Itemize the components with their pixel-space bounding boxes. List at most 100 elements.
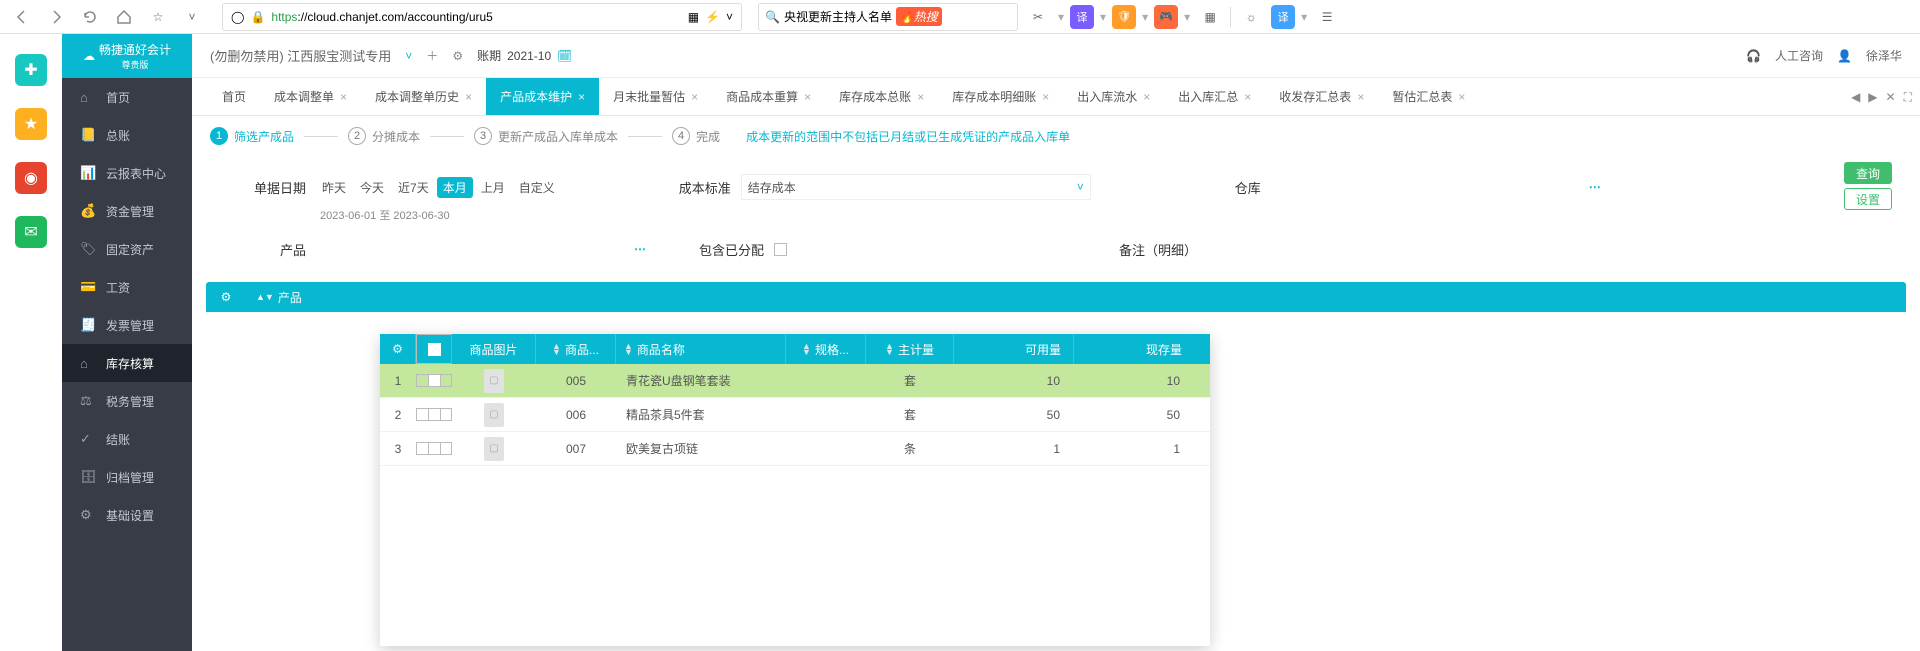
tabs-expand-icon[interactable]: ⛶ <box>1904 90 1912 105</box>
forward-icon[interactable] <box>42 3 70 31</box>
product-row[interactable]: 2▢006精品茶具5件套套5050 <box>380 398 1210 432</box>
tab-close-icon[interactable]: × <box>804 90 811 104</box>
product-select[interactable] <box>316 236 616 262</box>
popup-gear-icon[interactable]: ⚙ <box>380 334 416 364</box>
tab-9[interactable]: 出入库汇总× <box>1164 78 1265 115</box>
sidebar-item-0[interactable]: ⌂首页 <box>62 78 192 116</box>
tab-close-icon[interactable]: × <box>691 90 698 104</box>
tab-5[interactable]: 商品成本重算× <box>712 78 825 115</box>
warehouse-select[interactable] <box>1271 174 1571 200</box>
scissors-icon[interactable]: ✂ <box>1024 3 1052 31</box>
app-logo[interactable]: ☁ 畅捷通好会计 尊贵版 <box>62 34 192 78</box>
sidebar-item-2[interactable]: 📊云报表中心 <box>62 154 192 192</box>
date-option-4[interactable]: 上月 <box>475 177 511 198</box>
sidebar-item-10[interactable]: 🗄归档管理 <box>62 458 192 496</box>
row-checkbox[interactable] <box>416 374 452 387</box>
tabs-next-icon[interactable]: ▶ <box>1868 90 1877 104</box>
query-button[interactable]: 查询 <box>1844 162 1892 184</box>
period-picker[interactable]: 账期 2021-10 🗓 <box>477 47 572 64</box>
col-spec[interactable]: ▲▼规格... <box>786 334 866 364</box>
col-name[interactable]: ▲▼商品名称 <box>616 334 786 364</box>
tab-1[interactable]: 成本调整单× <box>260 78 361 115</box>
popup-select-all[interactable] <box>416 334 452 364</box>
dock-app-1[interactable]: ✚ <box>15 54 47 86</box>
tab-0[interactable]: 首页 <box>208 78 260 115</box>
cost-select[interactable]: 结存成本 ˅ <box>741 174 1091 200</box>
col-stock[interactable]: 现存量 <box>1074 334 1194 364</box>
tab-7[interactable]: 库存成本明细账× <box>938 78 1063 115</box>
url-dropdown-icon[interactable]: ˅ <box>726 10 733 24</box>
col-code[interactable]: ▲▼商品... <box>536 334 616 364</box>
col-unit[interactable]: ▲▼主计量 <box>866 334 954 364</box>
tabs-close-icon[interactable]: ✕ <box>1886 90 1896 104</box>
sidebar-item-1[interactable]: 📒总账 <box>62 116 192 154</box>
product-row[interactable]: 1▢005青花瓷U盘钢笔套装套1010 <box>380 364 1210 398</box>
date-option-1[interactable]: 今天 <box>354 177 390 198</box>
gear-icon[interactable]: ⚙ <box>452 49 463 63</box>
tab-8[interactable]: 出入库流水× <box>1063 78 1164 115</box>
row-thumb[interactable]: ▢ <box>452 403 536 427</box>
tab-close-icon[interactable]: × <box>340 90 347 104</box>
menu-icon[interactable]: ☰ <box>1313 3 1341 31</box>
home-icon[interactable] <box>110 3 138 31</box>
ext-game[interactable]: 🎮 <box>1154 5 1178 29</box>
tab-6[interactable]: 库存成本总账× <box>825 78 938 115</box>
tab-10[interactable]: 收发存汇总表× <box>1265 78 1378 115</box>
dock-app-4[interactable]: ✉ <box>15 216 47 248</box>
col-image[interactable]: 商品图片 <box>452 334 536 364</box>
favorite-icon[interactable]: ☆ <box>144 3 172 31</box>
reload-icon[interactable] <box>76 3 104 31</box>
add-icon[interactable]: ＋ <box>426 47 438 64</box>
row-thumb[interactable]: ▢ <box>452 369 536 393</box>
ext-orange[interactable]: 🛡 <box>1112 5 1136 29</box>
step-1[interactable]: 2分摊成本 <box>348 127 420 145</box>
row-checkbox[interactable] <box>416 408 452 421</box>
bolt-icon[interactable]: ⚡ <box>705 10 720 24</box>
browser-search[interactable]: 🔍 央视更新主持人名单 🔥热搜 <box>758 3 1018 31</box>
gear-column-icon[interactable]: ⚙ <box>206 290 246 304</box>
tab-4[interactable]: 月末批量暂估× <box>599 78 712 115</box>
tab-close-icon[interactable]: × <box>1244 90 1251 104</box>
date-option-5[interactable]: 自定义 <box>513 177 561 198</box>
tabs-prev-icon[interactable]: ◀ <box>1851 90 1860 104</box>
sidebar-item-3[interactable]: 💰资金管理 <box>62 192 192 230</box>
step-3[interactable]: 4完成 <box>672 127 720 145</box>
warehouse-more-icon[interactable]: ⋯ <box>1581 180 1609 194</box>
tab-11[interactable]: 暂估汇总表× <box>1378 78 1479 115</box>
tab-close-icon[interactable]: × <box>578 90 585 104</box>
ext-translate[interactable]: 译 <box>1070 5 1094 29</box>
tab-close-icon[interactable]: × <box>1357 90 1364 104</box>
tab-2[interactable]: 成本调整单历史× <box>361 78 486 115</box>
sidebar-item-7[interactable]: ⌂库存核算 <box>62 344 192 382</box>
ext-dropdown-icon[interactable]: ▾ <box>1058 10 1064 24</box>
org-dropdown-icon[interactable]: ˅ <box>405 49 412 63</box>
sidebar-item-11[interactable]: ⚙基础设置 <box>62 496 192 534</box>
step-0[interactable]: 1筛选产成品 <box>210 127 294 145</box>
col-available[interactable]: 可用量 <box>954 334 1074 364</box>
ext-translate-right[interactable]: 译 <box>1271 5 1295 29</box>
settings-button[interactable]: 设置 <box>1844 188 1892 210</box>
tab-close-icon[interactable]: × <box>1042 90 1049 104</box>
tab-3[interactable]: 产品成本维护× <box>486 78 599 115</box>
back-icon[interactable] <box>8 3 36 31</box>
sidebar-item-6[interactable]: 🧾发票管理 <box>62 306 192 344</box>
apps-icon[interactable]: ▦ <box>1196 3 1224 31</box>
user-name[interactable]: 徐泽华 <box>1866 47 1902 64</box>
dock-app-2[interactable]: ★ <box>15 108 47 140</box>
product-more-icon[interactable]: ⋯ <box>626 242 654 256</box>
brightness-icon[interactable]: ☼ <box>1237 3 1265 31</box>
sidebar-item-9[interactable]: ✓结账 <box>62 420 192 458</box>
date-option-3[interactable]: 本月 <box>437 177 473 198</box>
consult-link[interactable]: 人工咨询 <box>1775 47 1823 64</box>
sidebar-item-8[interactable]: ⚖税务管理 <box>62 382 192 420</box>
tab-close-icon[interactable]: × <box>917 90 924 104</box>
tab-close-icon[interactable]: × <box>465 90 472 104</box>
address-bar[interactable]: ◯ 🔒 https://cloud.chanjet.com/accounting… <box>222 3 742 31</box>
dock-app-3[interactable]: ◉ <box>15 162 47 194</box>
tab-close-icon[interactable]: × <box>1458 90 1465 104</box>
product-row[interactable]: 3▢007欧美复古项链条11 <box>380 432 1210 466</box>
sidebar-item-4[interactable]: 🏷固定资产 <box>62 230 192 268</box>
col-product[interactable]: ▲▼产品 <box>246 289 312 306</box>
org-selector[interactable]: (勿删勿禁用) 江西服宝测试专用 <box>210 46 391 65</box>
sidebar-item-5[interactable]: 💳工资 <box>62 268 192 306</box>
